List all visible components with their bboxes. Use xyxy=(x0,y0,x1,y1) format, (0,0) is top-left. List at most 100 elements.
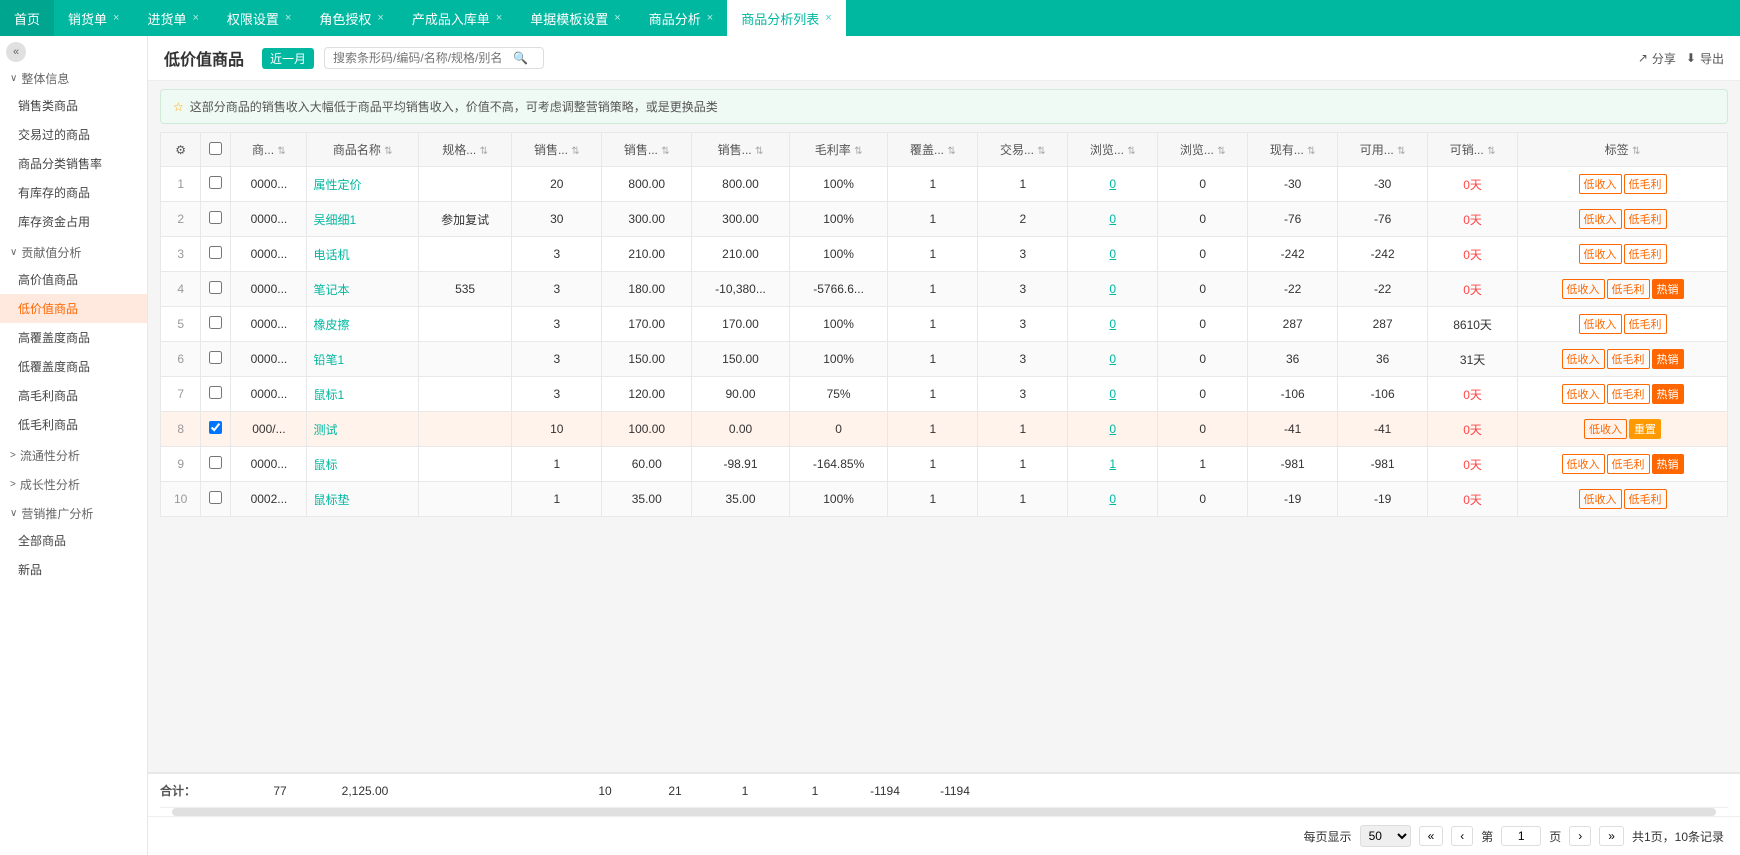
sidebar-item-category-rate[interactable]: 商品分类销售率 xyxy=(0,149,147,178)
col-view2[interactable]: 浏览... ⇅ xyxy=(1158,133,1248,167)
row-checkbox[interactable] xyxy=(209,246,222,259)
row-name[interactable]: 笔记本 xyxy=(307,272,418,307)
view1-link[interactable]: 0 xyxy=(1109,177,1116,191)
col-view1[interactable]: 浏览... ⇅ xyxy=(1068,133,1158,167)
col-coverage[interactable]: 覆盖... ⇅ xyxy=(888,133,978,167)
row-checkbox[interactable] xyxy=(209,456,222,469)
sidebar-item-low-margin[interactable]: 低毛利商品 xyxy=(0,410,147,439)
col-trade[interactable]: 交易... ⇅ xyxy=(978,133,1068,167)
row-checkbox[interactable] xyxy=(209,386,222,399)
sidebar-item-high-value[interactable]: 高价值商品 xyxy=(0,265,147,294)
nav-product-analysis-list[interactable]: 商品分析列表 × xyxy=(727,0,845,36)
row-name[interactable]: 电话机 xyxy=(307,237,418,272)
row-view1[interactable]: 0 xyxy=(1068,412,1158,447)
view1-link[interactable]: 0 xyxy=(1109,212,1116,226)
next-page-btn[interactable]: › xyxy=(1569,826,1591,846)
sidebar-item-sales-goods[interactable]: 销售类商品 xyxy=(0,91,147,120)
view1-link[interactable]: 0 xyxy=(1109,422,1116,436)
prev-page-btn[interactable]: ‹ xyxy=(1451,826,1473,846)
row-view1[interactable]: 0 xyxy=(1068,202,1158,237)
nav-product-analysis[interactable]: 商品分析 × xyxy=(635,0,727,36)
sidebar-item-stock-capital[interactable]: 库存资金占用 xyxy=(0,207,147,236)
row-name[interactable]: 吴细细1 xyxy=(307,202,418,237)
col-available[interactable]: 可用... ⇅ xyxy=(1338,133,1428,167)
view1-link[interactable]: 0 xyxy=(1109,387,1116,401)
first-page-btn[interactable]: « xyxy=(1419,826,1444,846)
row-view1[interactable]: 0 xyxy=(1068,272,1158,307)
select-all-checkbox[interactable] xyxy=(209,142,222,155)
col-settings[interactable]: ⚙ xyxy=(161,133,201,167)
row-checkbox[interactable] xyxy=(209,211,222,224)
nav-close-icon[interactable]: × xyxy=(707,12,713,24)
row-checkbox-cell[interactable] xyxy=(201,482,231,517)
view1-link[interactable]: 0 xyxy=(1109,317,1116,331)
share-button[interactable]: ↗ 分享 xyxy=(1638,50,1676,67)
col-spec[interactable]: 规格... ⇅ xyxy=(418,133,511,167)
row-name[interactable]: 鼠标垫 xyxy=(307,482,418,517)
sidebar-item-high-coverage[interactable]: 高覆盖度商品 xyxy=(0,323,147,352)
sidebar-item-traded-goods[interactable]: 交易过的商品 xyxy=(0,120,147,149)
sidebar-item-all-goods[interactable]: 全部商品 xyxy=(0,526,147,555)
sidebar-section-liquidity[interactable]: > 流通性分析 xyxy=(0,439,147,468)
row-checkbox[interactable] xyxy=(209,351,222,364)
sidebar-item-low-value[interactable]: 低价值商品 xyxy=(0,294,147,323)
row-name[interactable]: 鼠标1 xyxy=(307,377,418,412)
row-checkbox-cell[interactable] xyxy=(201,272,231,307)
nav-permissions[interactable]: 权限设置 × xyxy=(213,0,305,36)
sidebar-section-overall[interactable]: ∨ 整体信息 xyxy=(0,62,147,91)
col-sales-profit[interactable]: 销售... ⇅ xyxy=(692,133,790,167)
sidebar-item-stocked-goods[interactable]: 有库存的商品 xyxy=(0,178,147,207)
col-saleable[interactable]: 可销... ⇅ xyxy=(1428,133,1518,167)
col-checkbox[interactable] xyxy=(201,133,231,167)
nav-home[interactable]: 首页 xyxy=(0,0,54,36)
row-name[interactable]: 橡皮擦 xyxy=(307,307,418,342)
sidebar-collapse-btn[interactable]: « xyxy=(6,42,26,62)
nav-sales-order[interactable]: 销货单 × xyxy=(54,0,133,36)
period-tag-btn[interactable]: 近一月 xyxy=(262,48,314,69)
nav-role-auth[interactable]: 角色授权 × xyxy=(305,0,397,36)
nav-close-icon[interactable]: × xyxy=(377,12,383,24)
last-page-btn[interactable]: » xyxy=(1599,826,1624,846)
row-checkbox-cell[interactable] xyxy=(201,412,231,447)
row-checkbox-cell[interactable] xyxy=(201,342,231,377)
nav-template-settings[interactable]: 单据模板设置 × xyxy=(516,0,634,36)
row-checkbox[interactable] xyxy=(209,281,222,294)
row-checkbox[interactable] xyxy=(209,316,222,329)
row-name[interactable]: 属性定价 xyxy=(307,167,418,202)
row-checkbox-cell[interactable] xyxy=(201,167,231,202)
row-checkbox[interactable] xyxy=(209,491,222,504)
page-size-select[interactable]: 50 100 xyxy=(1360,825,1411,847)
row-name[interactable]: 鼠标 xyxy=(307,447,418,482)
col-sales-amount[interactable]: 销售... ⇅ xyxy=(602,133,692,167)
col-margin[interactable]: 毛利率 ⇅ xyxy=(789,133,888,167)
nav-close-icon[interactable]: × xyxy=(614,12,620,24)
col-code[interactable]: 商... ⇅ xyxy=(231,133,307,167)
sidebar-item-new-goods[interactable]: 新品 xyxy=(0,555,147,584)
view1-link[interactable]: 1 xyxy=(1109,457,1116,471)
nav-product-warehouse[interactable]: 产成品入库单 × xyxy=(398,0,516,36)
row-checkbox-cell[interactable] xyxy=(201,307,231,342)
nav-close-icon[interactable]: × xyxy=(192,12,198,24)
row-view1[interactable]: 0 xyxy=(1068,307,1158,342)
nav-close-icon[interactable]: × xyxy=(113,12,119,24)
row-view1[interactable]: 1 xyxy=(1068,447,1158,482)
row-checkbox[interactable] xyxy=(209,176,222,189)
search-icon[interactable]: 🔍 xyxy=(513,51,528,65)
row-view1[interactable]: 0 xyxy=(1068,237,1158,272)
row-name[interactable]: 测试 xyxy=(307,412,418,447)
sidebar-item-high-margin[interactable]: 高毛利商品 xyxy=(0,381,147,410)
col-sales-qty[interactable]: 销售... ⇅ xyxy=(512,133,602,167)
row-checkbox-cell[interactable] xyxy=(201,237,231,272)
row-checkbox-cell[interactable] xyxy=(201,377,231,412)
sidebar-item-low-coverage[interactable]: 低覆盖度商品 xyxy=(0,352,147,381)
view1-link[interactable]: 0 xyxy=(1109,247,1116,261)
search-input[interactable] xyxy=(333,51,513,65)
row-view1[interactable]: 0 xyxy=(1068,377,1158,412)
export-button[interactable]: ⬇ 导出 xyxy=(1686,50,1724,67)
view1-link[interactable]: 0 xyxy=(1109,352,1116,366)
view1-link[interactable]: 0 xyxy=(1109,492,1116,506)
sidebar-section-growth[interactable]: > 成长性分析 xyxy=(0,468,147,497)
nav-purchase-order[interactable]: 进货单 × xyxy=(133,0,212,36)
col-tags[interactable]: 标签 ⇅ xyxy=(1518,133,1728,167)
view1-link[interactable]: 0 xyxy=(1109,282,1116,296)
